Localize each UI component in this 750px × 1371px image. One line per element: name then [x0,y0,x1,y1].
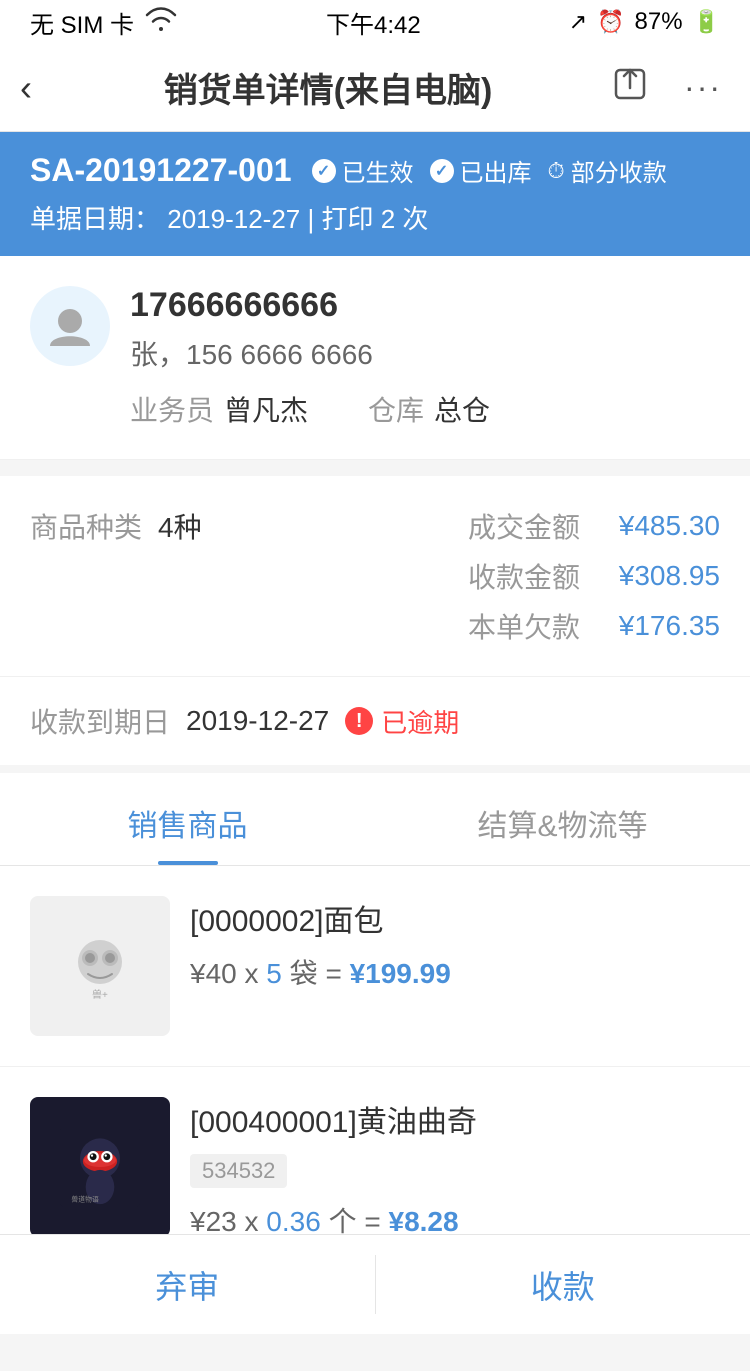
debt-row: 本单欠款 ¥176.35 [468,606,720,646]
order-header-banner: SA-20191227-001 ✓ 已生效 ✓ 已出库 ⏱ 部分收款 单据日期：… [0,132,750,256]
product-qty-bread: 5 [266,958,282,989]
sales-info: 业务员 曾凡杰 [130,389,308,429]
status-left: 无 SIM 卡 [30,5,178,40]
customer-phone: 张，156 6666 6666 [130,333,720,373]
status-shipped: ✓ 已出库 [430,153,532,188]
product-image-bread: 兽+ [30,896,170,1036]
receipt-amount-label: 收款金额 [468,556,580,596]
customer-section: 17666666666 张，156 6666 6666 业务员 曾凡杰 仓库 总… [0,256,750,460]
amount-stats: 成交金额 ¥485.30 收款金额 ¥308.95 本单欠款 ¥176.35 [468,506,720,646]
warehouse-info: 仓库 总仓 [368,389,490,429]
product-total-cookie: ¥8.28 [389,1206,459,1237]
battery-text: 87% [635,8,683,36]
cancel-button[interactable]: 弃审 [0,1235,375,1334]
check-shipped-icon: ✓ [430,159,454,183]
status-effective: ✓ 已生效 [312,153,414,188]
order-date-line: 单据日期： 2019-12-27 | 打印 2 次 [30,199,720,236]
product-info-bread: [0000002]面包 ¥40 x 5 袋 = ¥199.99 [190,896,720,992]
nav-bar: ‹ 销货单详情(来自电脑) ··· [0,44,750,132]
overdue-badge: ! 已逾期 [345,703,459,740]
more-icon[interactable]: ··· [676,61,730,114]
page-title: 销货单详情(来自电脑) [52,63,604,112]
receipt-amount-row: 收款金额 ¥308.95 [468,556,720,596]
customer-info: 17666666666 张，156 6666 6666 业务员 曾凡杰 仓库 总… [130,286,720,429]
product-tabs: 销售商品 结算&物流等 [0,773,750,866]
svg-text:兽+: 兽+ [92,988,108,1001]
customer-name: 17666666666 [130,286,720,325]
check-effective-icon: ✓ [312,159,336,183]
product-tag-cookie: 534532 [190,1154,287,1188]
product-list: 兽+ [0000002]面包 ¥40 x 5 袋 = ¥199.99 [0,866,750,1271]
order-id: SA-20191227-001 [30,152,292,189]
product-price-bread: ¥40 x 5 袋 = ¥199.99 [190,952,720,992]
alarm-icon: ⏰ [597,9,624,35]
product-image-cookie: 兽道物语 [30,1097,170,1237]
deal-amount-row: 成交金额 ¥485.30 [468,506,720,546]
debt-label: 本单欠款 [468,606,580,646]
warehouse-value: 总仓 [434,389,490,429]
overdue-text: 已逾期 [381,703,459,740]
avatar [30,286,110,366]
location-icon: ↗ [569,9,587,35]
bottom-action-bar: 弃审 收款 [0,1234,750,1334]
sales-value: 曾凡杰 [224,389,308,429]
receipt-amount-value: ¥308.95 [600,560,720,592]
product-info-cookie: [000400001]黄油曲奇 534532 ¥23 x 0.36 个 = ¥8… [190,1097,720,1240]
carrier-text: 无 SIM 卡 [30,5,134,40]
battery-icon: 🔋 [693,9,720,35]
deal-amount-value: ¥485.30 [600,510,720,542]
sales-label: 业务员 [130,389,214,429]
list-item: 兽+ [0000002]面包 ¥40 x 5 袋 = ¥199.99 [0,866,750,1067]
due-date-section: 收款到期日 2019-12-27 ! 已逾期 [0,677,750,773]
status-bar: 无 SIM 卡 下午4:42 ↗ ⏰ 87% 🔋 [0,0,750,44]
share-icon[interactable] [604,58,656,118]
confirm-payment-button[interactable]: 收款 [376,1235,750,1334]
tab-settlement-logistics[interactable]: 结算&物流等 [375,773,750,865]
status-tags: ✓ 已生效 ✓ 已出库 ⏱ 部分收款 [312,153,667,188]
product-type-value: 4种 [158,506,202,546]
status-partial-payment: ⏱ 部分收款 [548,153,667,188]
time-display: 下午4:42 [326,5,421,40]
status-right: ↗ ⏰ 87% 🔋 [569,8,720,36]
deal-amount-label: 成交金额 [468,506,580,546]
product-name-cookie: [000400001]黄油曲奇 [190,1097,720,1141]
product-type-label: 商品种类 [30,506,142,546]
tab-sales-products[interactable]: 销售商品 [0,773,375,865]
due-date-label: 收款到期日 [30,701,170,741]
stats-section: 商品种类 4种 成交金额 ¥485.30 收款金额 ¥308.95 本单欠款 ¥… [0,476,750,677]
warehouse-label: 仓库 [368,389,424,429]
due-date-value: 2019-12-27 [186,705,329,737]
back-button[interactable]: ‹ [20,57,52,119]
overdue-icon: ! [345,707,373,735]
debt-value: ¥176.35 [600,610,720,642]
product-type-stat: 商品种类 4种 [30,506,202,546]
product-total-bread: ¥199.99 [350,958,451,989]
nav-actions: ··· [604,58,730,118]
product-name-bread: [0000002]面包 [190,896,720,940]
wifi-icon [144,7,178,38]
customer-meta: 业务员 曾凡杰 仓库 总仓 [130,389,720,429]
product-qty-cookie: 0.36 [266,1206,321,1237]
clock-icon: ⏱ [548,158,565,184]
